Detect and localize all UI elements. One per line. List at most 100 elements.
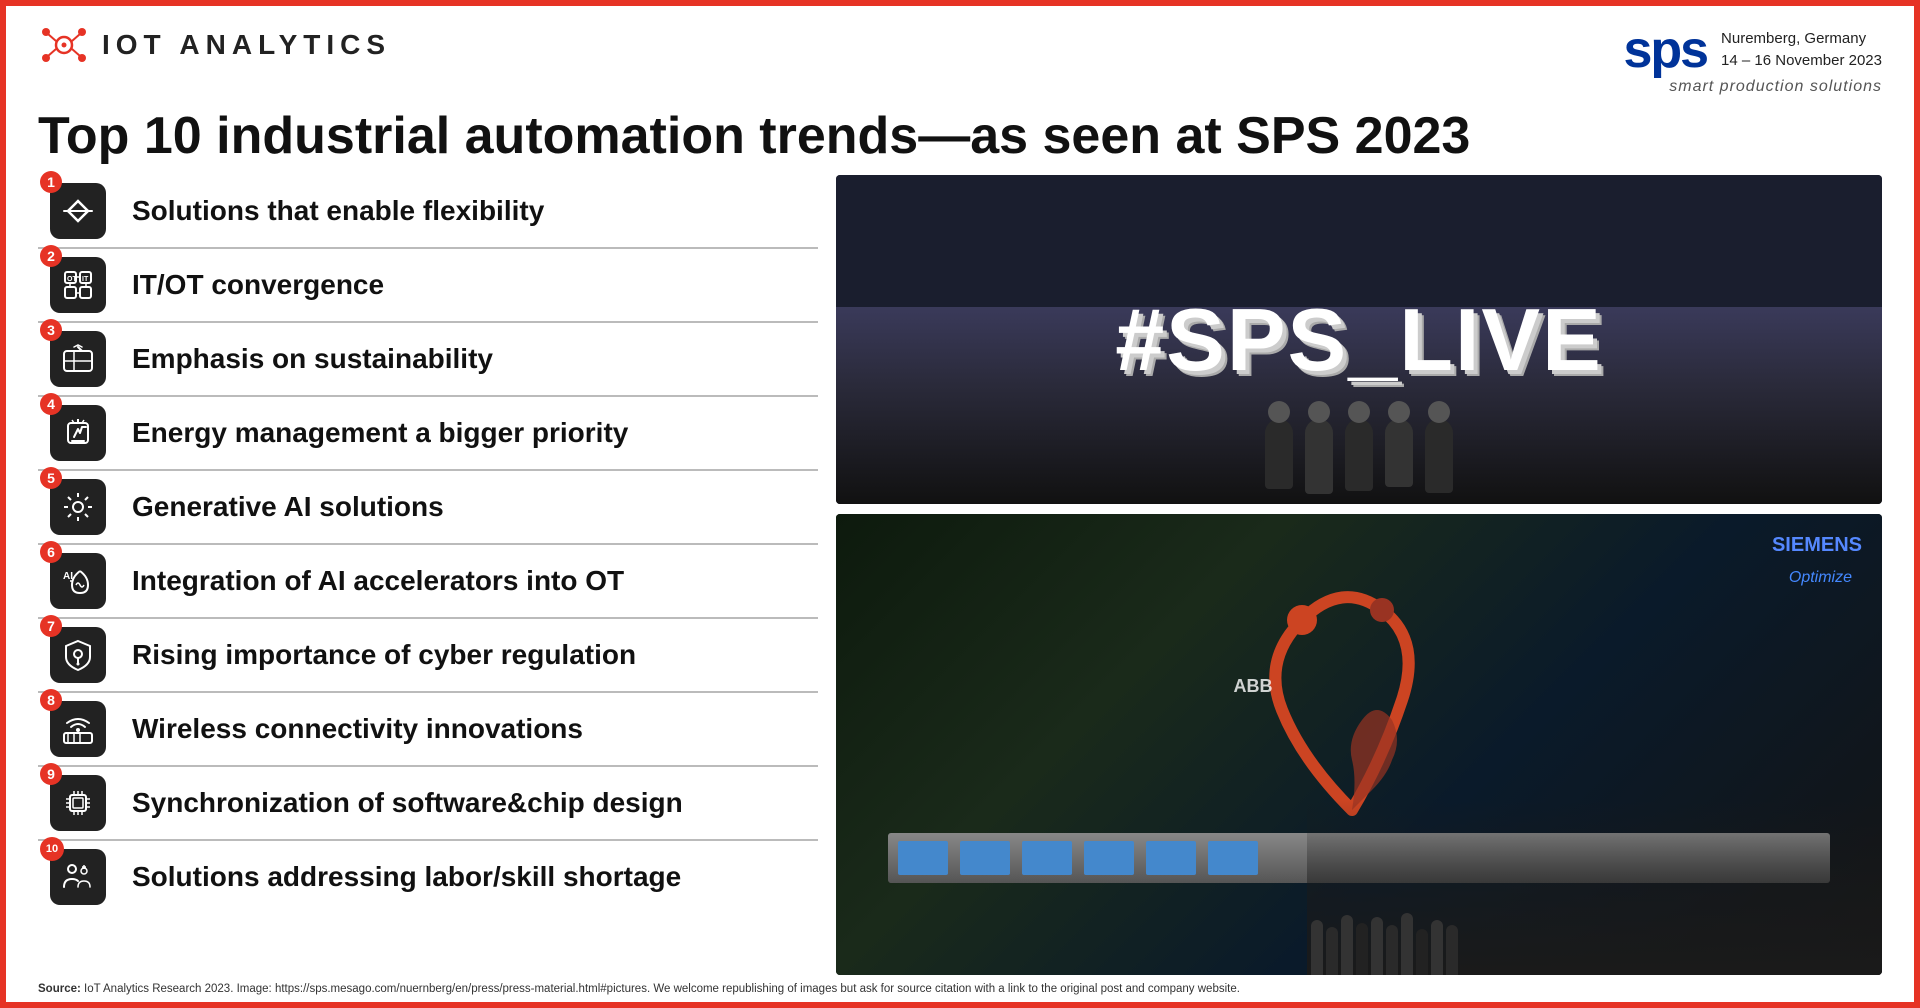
crowd-p5 [1371,917,1383,975]
crowd-p1 [1311,920,1323,975]
person-1 [1265,419,1293,489]
trend-9-icon-box [50,775,106,831]
main-title: Top 10 industrial automation trends—as s… [6,104,1914,175]
person-4 [1385,419,1413,487]
trend-3-icon-wrap: 3 [38,323,118,395]
trend-item-8: 8 Wireless connectivity innova [38,693,818,767]
trend-8-icon-box [50,701,106,757]
trend-6-label: Integration of AI accelerators into OT [118,565,624,597]
person-5 [1425,419,1453,493]
cyber-icon [60,637,96,673]
labor-icon [60,859,96,895]
flexibility-icon [60,193,96,229]
ai-ot-icon: AI [60,563,96,599]
item-3 [1022,841,1072,875]
trend-item-5: 5 [38,471,818,545]
sustainability-icon [60,341,96,377]
trend-2-icon-wrap: 2 OT IT [38,249,118,321]
images-section: #SPS_LIVE [836,175,1882,975]
crowd-p10 [1446,925,1458,975]
header: IOT ANALYTICS sps Nuremberg, Germany 14 … [6,6,1914,104]
trend-5-icon-wrap: 5 [38,471,118,543]
trend-2-icon-box: OT IT [50,257,106,313]
trend-list: 1 Solutions that enable flexibility 2 [38,175,818,975]
wireless-icon [60,711,96,747]
person-3 [1345,419,1373,491]
trend-7-icon-box [50,627,106,683]
optimize-text: Optimize [1789,569,1852,587]
trend-item-1: 1 Solutions that enable flexibility [38,175,818,249]
trend-6-icon-box: AI [50,553,106,609]
item-1 [898,841,948,875]
trend-4-icon-box [50,405,106,461]
factory-photo: SIEMENS Optimize ABB [836,514,1882,975]
crowd-p9 [1431,920,1443,975]
trend-2-label: IT/OT convergence [118,269,384,301]
logo-area: IOT ANALYTICS [38,24,391,66]
people-group [1265,419,1453,494]
hashtag-display: #SPS_LIVE [1115,289,1603,391]
trend-10-label: Solutions addressing labor/skill shortag… [118,861,681,893]
source-text: IoT Analytics Research 2023. Image: http… [84,983,1240,995]
trend-8-icon-wrap: 8 [38,693,118,765]
trend-10-number: 10 [40,837,64,861]
sps-badge: sps Nuremberg, Germany 14 – 16 November … [1623,24,1882,96]
photo-bottom-bg: SIEMENS Optimize ABB [836,514,1882,975]
abb-logo: ABB [1233,676,1272,697]
crowd-p3 [1341,915,1353,975]
trend-item-3: 3 Emphasis on sustainability [38,323,818,397]
crowd-p8 [1416,929,1428,975]
item-5 [1146,841,1196,875]
sps-tagline: smart production solutions [1669,78,1882,96]
trend-item-7: 7 Rising importance of cyber regulation [38,619,818,693]
sps-dates: 14 – 16 November 2023 [1721,50,1882,73]
iot-analytics-logo-icon [38,24,90,66]
trend-7-label: Rising importance of cyber regulation [118,639,636,671]
crowd-p6 [1386,925,1398,975]
svg-text:IT: IT [82,276,89,283]
crowd-area [1307,800,1882,975]
trend-9-icon-wrap: 9 [38,767,118,839]
trend-item-10: 10 Solutions addressing labor/skill shor… [38,841,818,913]
content-area: 1 Solutions that enable flexibility 2 [6,175,1914,975]
itot-icon: OT IT [60,267,96,303]
sps-top-row: sps Nuremberg, Germany 14 – 16 November … [1623,24,1882,76]
item-2 [960,841,1010,875]
trend-4-icon-wrap: 4 [38,397,118,469]
crowd-p4 [1356,923,1368,975]
item-6 [1208,841,1258,875]
genai-icon [60,489,96,525]
trend-10-icon-wrap: 10 [38,841,118,913]
trend-1-icon-box [50,183,106,239]
footer-note: Source: IoT Analytics Research 2023. Ima… [6,975,1914,1005]
trend-8-label: Wireless connectivity innovations [118,713,583,745]
trend-6-icon-wrap: 6 AI [38,545,118,617]
trend-1-icon-wrap: 1 [38,175,118,247]
crowd-p2 [1326,927,1338,975]
trend-7-icon-wrap: 7 [38,619,118,691]
trend-3-icon-box [50,331,106,387]
sps-live-photo: #SPS_LIVE [836,175,1882,504]
trend-item-4: 4 Energy management a bigger priority [38,397,818,471]
energy-icon [60,415,96,451]
item-4 [1084,841,1134,875]
trend-item-9: 9 [38,767,818,841]
person-2 [1305,419,1333,494]
sps-logo: sps [1623,24,1707,76]
sps-location: Nuremberg, Germany [1721,28,1882,51]
source-label: Source: [38,983,81,995]
svg-text:OT: OT [67,276,77,283]
photo-top-bg: #SPS_LIVE [836,175,1882,504]
trend-3-label: Emphasis on sustainability [118,343,493,375]
chip-icon [60,785,96,821]
crowd-p7 [1401,913,1413,975]
trend-9-label: Synchronization of software&chip design [118,787,683,819]
trend-1-label: Solutions that enable flexibility [118,195,544,227]
page-container: IOT ANALYTICS sps Nuremberg, Germany 14 … [0,0,1920,1008]
siemens-brand: SIEMENS [1772,534,1862,557]
trend-item-2: 2 OT IT [38,249,818,323]
sps-details: Nuremberg, Germany 14 – 16 November 2023 [1721,28,1882,73]
crowd-silhouettes [1307,800,1882,975]
trend-5-icon-box [50,479,106,535]
trend-5-label: Generative AI solutions [118,491,444,523]
